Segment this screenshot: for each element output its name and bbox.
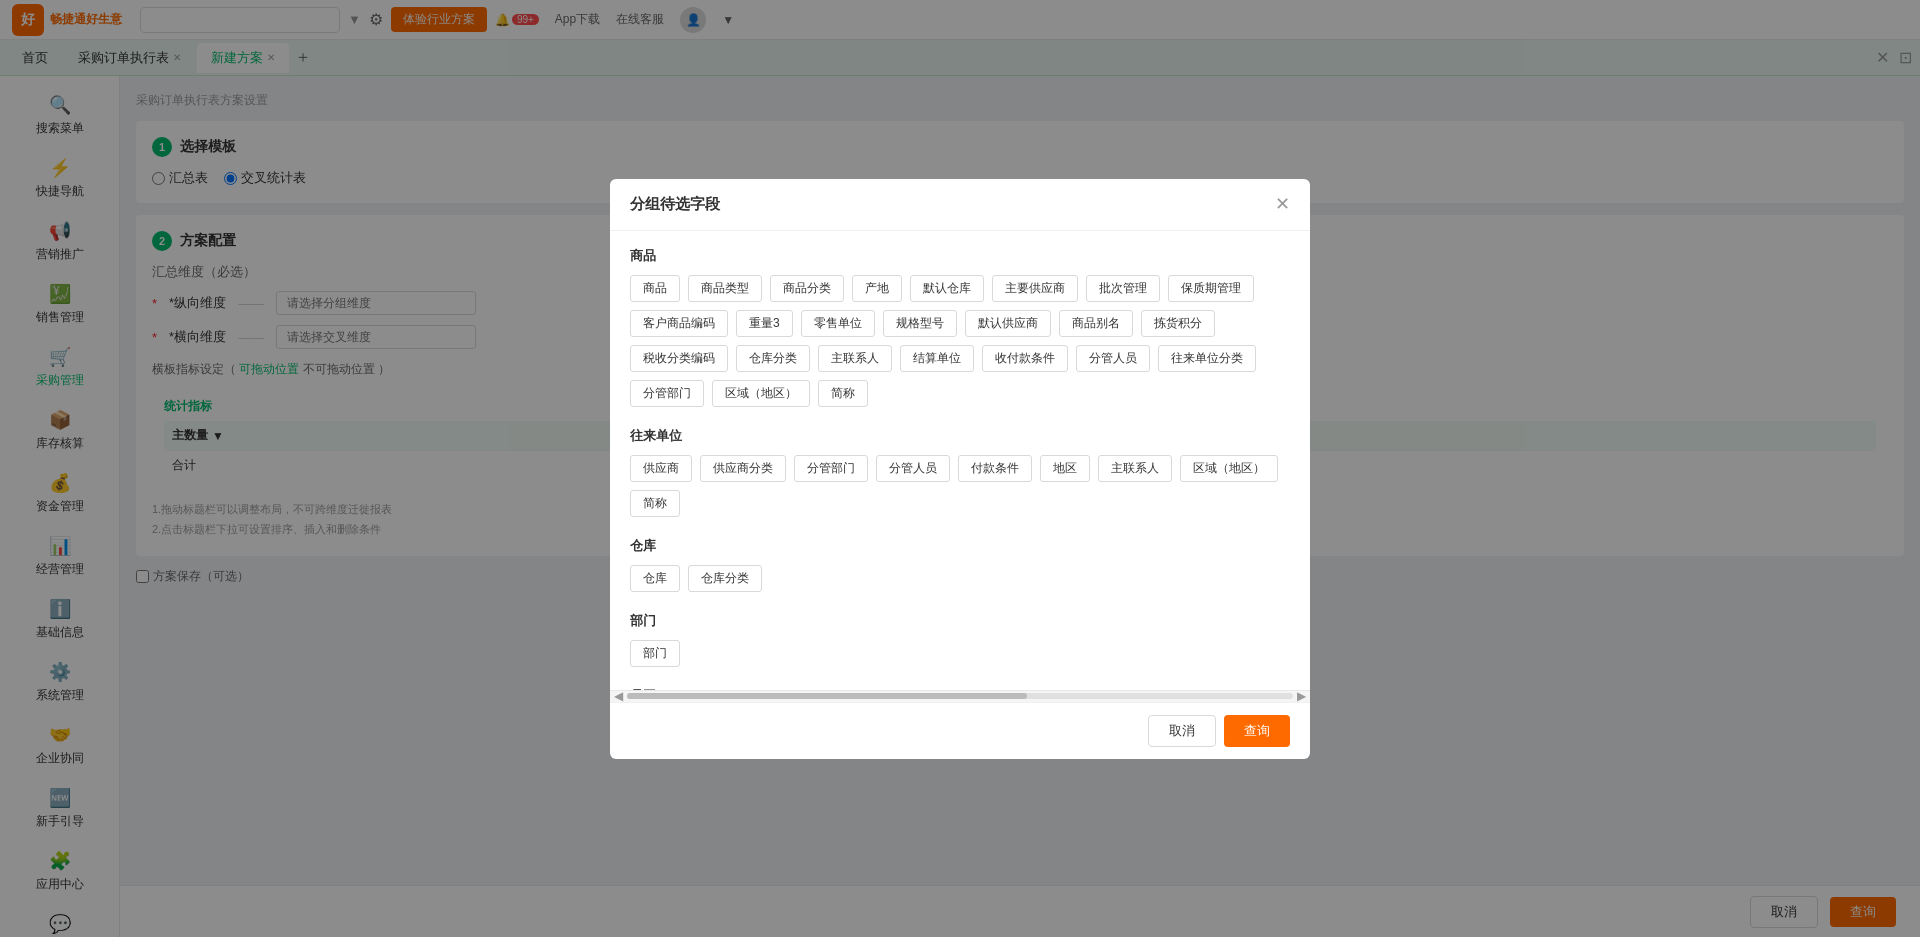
section-title-0: 商品 [630,247,1290,265]
modal-overlay: 分组待选字段 ✕ 商品商品商品类型商品分类产地默认仓库主要供应商批次管理保质期管… [0,0,1920,937]
field-tag-1-3[interactable]: 分管人员 [876,455,950,482]
field-tag-0-24[interactable]: 简称 [818,380,868,407]
hscroll-track [627,693,1293,699]
field-tag-0-23[interactable]: 区域（地区） [712,380,810,407]
field-tag-0-20[interactable]: 分管人员 [1076,345,1150,372]
field-tag-0-10[interactable]: 零售单位 [801,310,875,337]
field-tag-1-7[interactable]: 区域（地区） [1180,455,1278,482]
section-tags-1: 供应商供应商分类分管部门分管人员付款条件地区主联系人区域（地区） 简称 [630,455,1290,517]
field-tag-0-9[interactable]: 重量3 [736,310,793,337]
field-select-modal: 分组待选字段 ✕ 商品商品商品类型商品分类产地默认仓库主要供应商批次管理保质期管… [610,179,1310,759]
field-tag-1-5[interactable]: 地区 [1040,455,1090,482]
field-tag-0-1[interactable]: 商品类型 [688,275,762,302]
section-tags-3: 部门 [630,640,1290,667]
field-tag-0-15[interactable]: 税收分类编码 [630,345,728,372]
modal-close-button[interactable]: ✕ [1275,195,1290,213]
field-tag-1-0[interactable]: 供应商 [630,455,692,482]
field-tag-0-16[interactable]: 仓库分类 [736,345,810,372]
modal-cancel-button[interactable]: 取消 [1148,715,1216,747]
field-tag-1-6[interactable]: 主联系人 [1098,455,1172,482]
modal-footer: 取消 查询 [610,702,1310,759]
modal-title: 分组待选字段 [630,195,720,214]
modal-section-2: 仓库仓库仓库分类 [630,537,1290,592]
modal-section-1: 往来单位供应商供应商分类分管部门分管人员付款条件地区主联系人区域（地区） 简称 [630,427,1290,517]
field-tag-0-6[interactable]: 批次管理 [1086,275,1160,302]
section-tags-0: 商品商品类型商品分类产地默认仓库主要供应商批次管理保质期管理客户商品编码重量3 零… [630,275,1290,407]
field-tag-0-5[interactable]: 主要供应商 [992,275,1078,302]
section-title-3: 部门 [630,612,1290,630]
field-tag-0-0[interactable]: 商品 [630,275,680,302]
field-tag-0-21[interactable]: 往来单位分类 [1158,345,1256,372]
field-tag-0-11[interactable]: 规格型号 [883,310,957,337]
field-tag-2-1[interactable]: 仓库分类 [688,565,762,592]
field-tag-3-0[interactable]: 部门 [630,640,680,667]
field-tag-0-19[interactable]: 收付款条件 [982,345,1068,372]
field-tag-0-14[interactable]: 拣货积分 [1141,310,1215,337]
field-tag-0-17[interactable]: 主联系人 [818,345,892,372]
field-tag-0-3[interactable]: 产地 [852,275,902,302]
field-tag-1-2[interactable]: 分管部门 [794,455,868,482]
field-tag-0-12[interactable]: 默认供应商 [965,310,1051,337]
modal-confirm-button[interactable]: 查询 [1224,715,1290,747]
field-tag-0-13[interactable]: 商品别名 [1059,310,1133,337]
field-tag-0-22[interactable]: 分管部门 [630,380,704,407]
field-tag-0-2[interactable]: 商品分类 [770,275,844,302]
modal-horizontal-scroll[interactable]: ◀ ▶ [610,690,1310,702]
modal-section-3: 部门部门 [630,612,1290,667]
modal-section-0: 商品商品商品类型商品分类产地默认仓库主要供应商批次管理保质期管理客户商品编码重量… [630,247,1290,407]
field-tag-0-7[interactable]: 保质期管理 [1168,275,1254,302]
modal-body: 商品商品商品类型商品分类产地默认仓库主要供应商批次管理保质期管理客户商品编码重量… [610,231,1310,690]
field-tag-0-4[interactable]: 默认仓库 [910,275,984,302]
field-tag-1-4[interactable]: 付款条件 [958,455,1032,482]
hscroll-thumb [627,693,1027,699]
section-title-2: 仓库 [630,537,1290,555]
field-tag-0-8[interactable]: 客户商品编码 [630,310,728,337]
field-tag-1-8[interactable]: 简称 [630,490,680,517]
field-tag-1-1[interactable]: 供应商分类 [700,455,786,482]
field-tag-0-18[interactable]: 结算单位 [900,345,974,372]
modal-header: 分组待选字段 ✕ [610,179,1310,231]
field-tag-2-0[interactable]: 仓库 [630,565,680,592]
section-tags-2: 仓库仓库分类 [630,565,1290,592]
section-title-1: 往来单位 [630,427,1290,445]
